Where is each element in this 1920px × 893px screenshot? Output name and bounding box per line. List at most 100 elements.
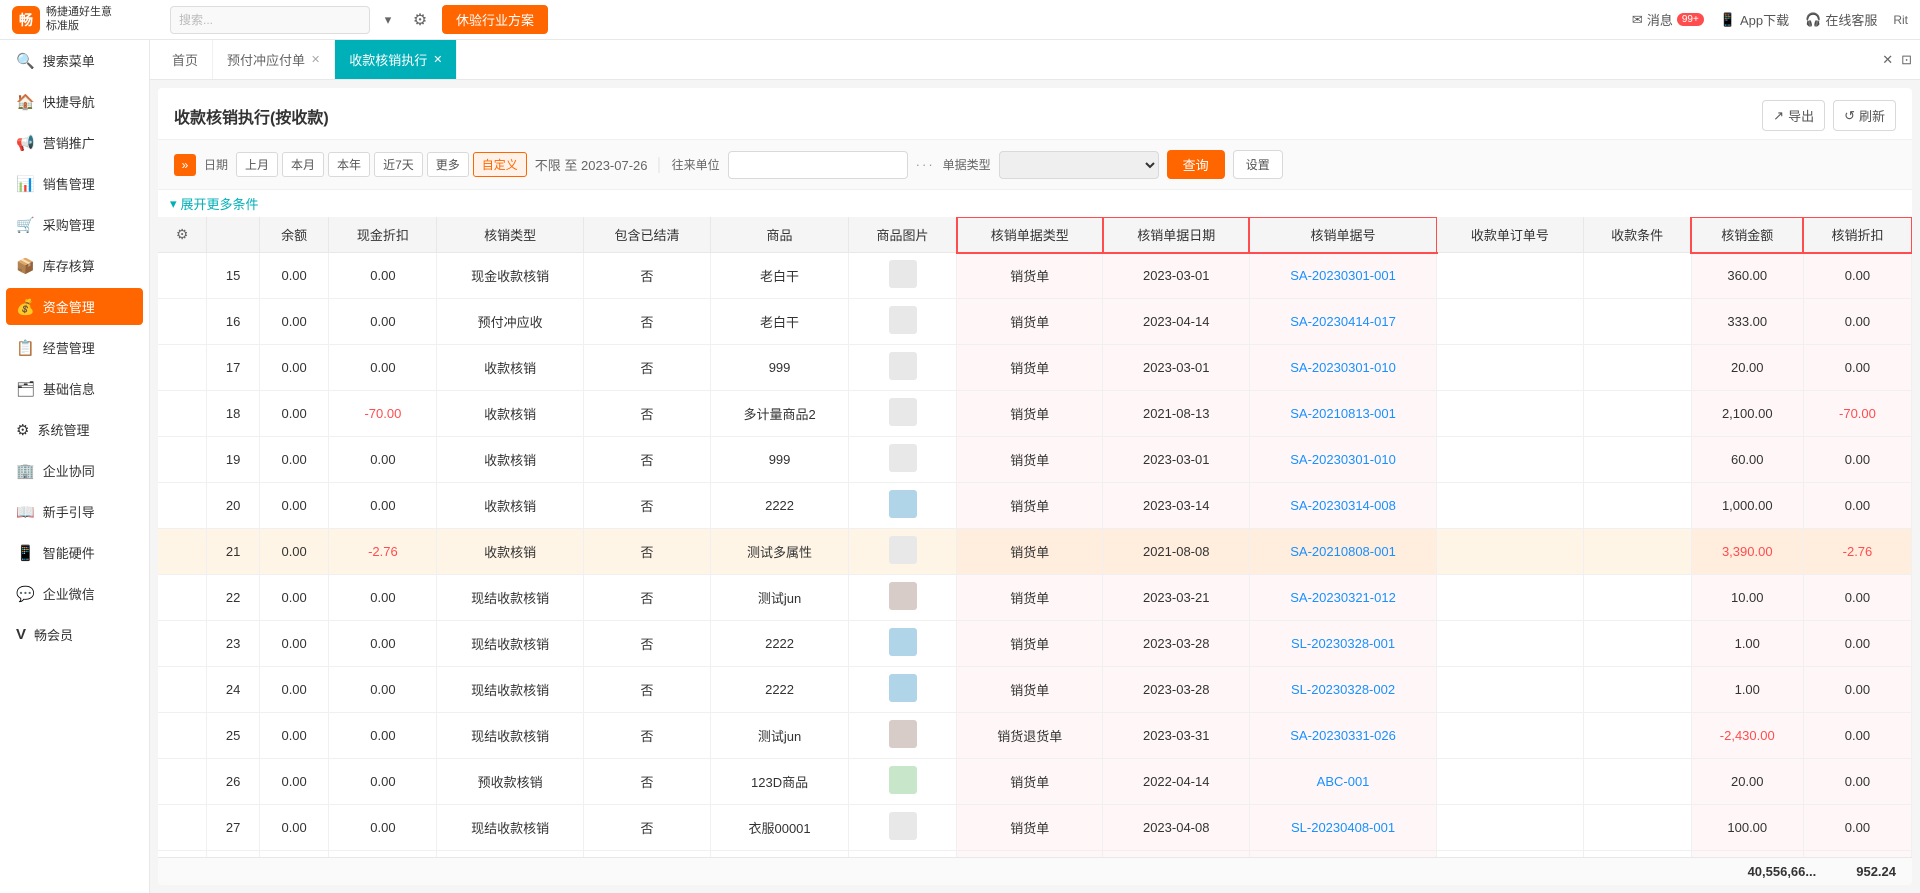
td-verify-bill-no[interactable]: SA-20210813-001 [1249,391,1436,437]
industry-btn[interactable]: 休验行业方案 [442,5,548,34]
td-verify-bill-no[interactable]: SL-20230328-001 [1249,621,1436,667]
td-verify-amount: 60.00 [1691,437,1803,483]
td-settings [158,529,207,575]
td-collection-order [1437,299,1583,345]
sidebar-item-basic[interactable]: 🗂 基础信息 [0,368,149,409]
settings-icon[interactable]: ⚙ [406,6,434,34]
td-collection-order [1437,345,1583,391]
td-goods: 衣服00001 [711,805,849,851]
td-collection-order [1437,713,1583,759]
td-settings [158,437,207,483]
sidebar-item-purchase[interactable]: 🛒 采购管理 [0,204,149,245]
date-btn-custom[interactable]: 自定义 [473,152,527,177]
partner-input[interactable] [728,151,908,179]
expand-more-bar[interactable]: ▾ 展开更多条件 [158,190,1912,217]
messages-btn[interactable]: ✉ 消息 99+ [1632,10,1704,29]
td-verify-bill-date: 2023-03-01 [1103,253,1249,299]
th-settings[interactable]: ⚙ [158,217,207,253]
date-range-display: 不限 至 2023-07-26 [535,155,648,174]
app-download-btn[interactable]: 📱 App下载 [1720,10,1789,29]
basic-icon: 🗂 [16,380,35,398]
single-type-select[interactable] [999,151,1159,179]
sidebar-item-business[interactable]: 📋 经营管理 [0,327,149,368]
td-collection-condition [1583,299,1691,345]
td-verify-bill-no[interactable]: SA-20210808-001 [1249,529,1436,575]
tab-prepay[interactable]: 预付冲应付单 ✕ [213,40,335,79]
td-verify-amount: 360.00 [1691,253,1803,299]
sidebar-item-vip[interactable]: V 畅会员 [0,614,149,655]
window-buttons: ✕ ⊡ [1882,52,1912,68]
sidebar-label: 搜索菜单 [43,51,95,70]
date-btn-this-year[interactable]: 本年 [328,152,370,177]
tab-home[interactable]: 首页 [158,40,213,79]
td-verify-amount: 3,390.00 [1691,529,1803,575]
td-verify-bill-no[interactable]: SA-20230414-017 [1249,299,1436,345]
td-verify-bill-no[interactable]: SL-20230408-001 [1249,805,1436,851]
export-btn[interactable]: ↗ 导出 [1762,100,1825,131]
td-settings [158,575,207,621]
td-balance: 0.00 [259,575,329,621]
td-verify-bill-type: 销货退货单 [957,713,1103,759]
sidebar-item-marketing[interactable]: 📢 营销推广 [0,122,149,163]
td-cash-discount: 0.00 [329,759,437,805]
td-verify-bill-no[interactable]: SA-20230301-001 [1249,253,1436,299]
td-goods-img [849,759,957,805]
tab-prepay-label: 预付冲应付单 [227,50,305,69]
td-verify-bill-date: 2023-03-31 [1103,713,1249,759]
sidebar-item-enterprise[interactable]: 🏢 企业协同 [0,450,149,491]
td-collection-order [1437,391,1583,437]
td-verify-amount: 1,000.00 [1691,483,1803,529]
date-btn-7days[interactable]: 近7天 [374,152,423,177]
td-verify-bill-no[interactable]: SL-20230328-002 [1249,667,1436,713]
td-collection-condition [1583,621,1691,667]
td-verify-discount: 0.00 [1803,805,1911,851]
td-rownum: 18 [207,391,259,437]
td-goods: 2222 [711,667,849,713]
tab-collection-close[interactable]: ✕ [433,53,442,66]
td-verify-bill-date: 2023-03-01 [1103,345,1249,391]
sidebar-item-smarthw[interactable]: 📱 智能硬件 [0,532,149,573]
setting-btn[interactable]: 设置 [1233,150,1283,179]
td-verify-bill-type: 销货单 [957,299,1103,345]
date-btn-more[interactable]: 更多 [427,152,469,177]
online-service-btn[interactable]: 🎧 在线客服 [1805,10,1877,29]
sidebar-item-capital[interactable]: 💰 资金管理 [6,288,143,325]
sidebar-item-search[interactable]: 🔍 搜索菜单 [0,40,149,81]
sidebar-label: 采购管理 [43,215,95,234]
sidebar-item-sales[interactable]: 📊 销售管理 [0,163,149,204]
sidebar-item-wechat[interactable]: 💬 企业微信 [0,573,149,614]
dropdown-btn[interactable]: ▾ [378,10,398,30]
partner-label: 往来单位 [672,156,720,173]
table-container[interactable]: ⚙ 余额 现金折扣 核销类型 包含已结清 商品 商品图片 核销单据类型 核销单据… [158,217,1912,857]
td-verify-bill-no[interactable]: SA-20230331-026 [1249,713,1436,759]
td-verify-bill-date: 2023-04-08 [1103,805,1249,851]
td-verify-bill-no[interactable]: SA-20230301-010 [1249,437,1436,483]
tab-prepay-close[interactable]: ✕ [311,53,320,66]
sidebar-item-inventory[interactable]: 📦 库存核算 [0,245,149,286]
td-goods-img [849,391,957,437]
main-layout: 🔍 搜索菜单 🏠 快捷导航 📢 营销推广 📊 销售管理 🛒 采购管理 📦 库存核… [0,40,1920,893]
sidebar-item-system[interactable]: ⚙ 系统管理 [0,409,149,450]
th-collection-condition: 收款条件 [1583,217,1691,253]
td-collection-condition [1583,805,1691,851]
td-rownum: 20 [207,483,259,529]
search-bar[interactable]: 搜索... [170,6,370,34]
business-icon: 📋 [16,339,35,357]
td-include-settled: 否 [583,621,710,667]
td-verify-bill-no[interactable]: SA-20230321-012 [1249,575,1436,621]
refresh-btn[interactable]: ↺ 刷新 [1833,100,1896,131]
td-verify-bill-no[interactable]: ABC-001 [1249,759,1436,805]
td-verify-bill-no[interactable]: SA-20230301-010 [1249,345,1436,391]
window-restore-btn[interactable]: ⊡ [1901,52,1912,68]
query-btn[interactable]: 查询 [1167,150,1225,179]
date-btn-last-month[interactable]: 上月 [236,152,278,177]
tab-collection[interactable]: 收款核销执行 ✕ [335,40,457,79]
sidebar-item-quicknav[interactable]: 🏠 快捷导航 [0,81,149,122]
td-collection-condition [1583,575,1691,621]
filter-expand-btn[interactable]: » [174,154,196,176]
td-verify-bill-no[interactable]: SA-20230314-008 [1249,483,1436,529]
window-close-btn[interactable]: ✕ [1882,52,1893,68]
date-btn-this-month[interactable]: 本月 [282,152,324,177]
sidebar-item-newbie[interactable]: 📖 新手引导 [0,491,149,532]
purchase-icon: 🛒 [16,216,35,234]
